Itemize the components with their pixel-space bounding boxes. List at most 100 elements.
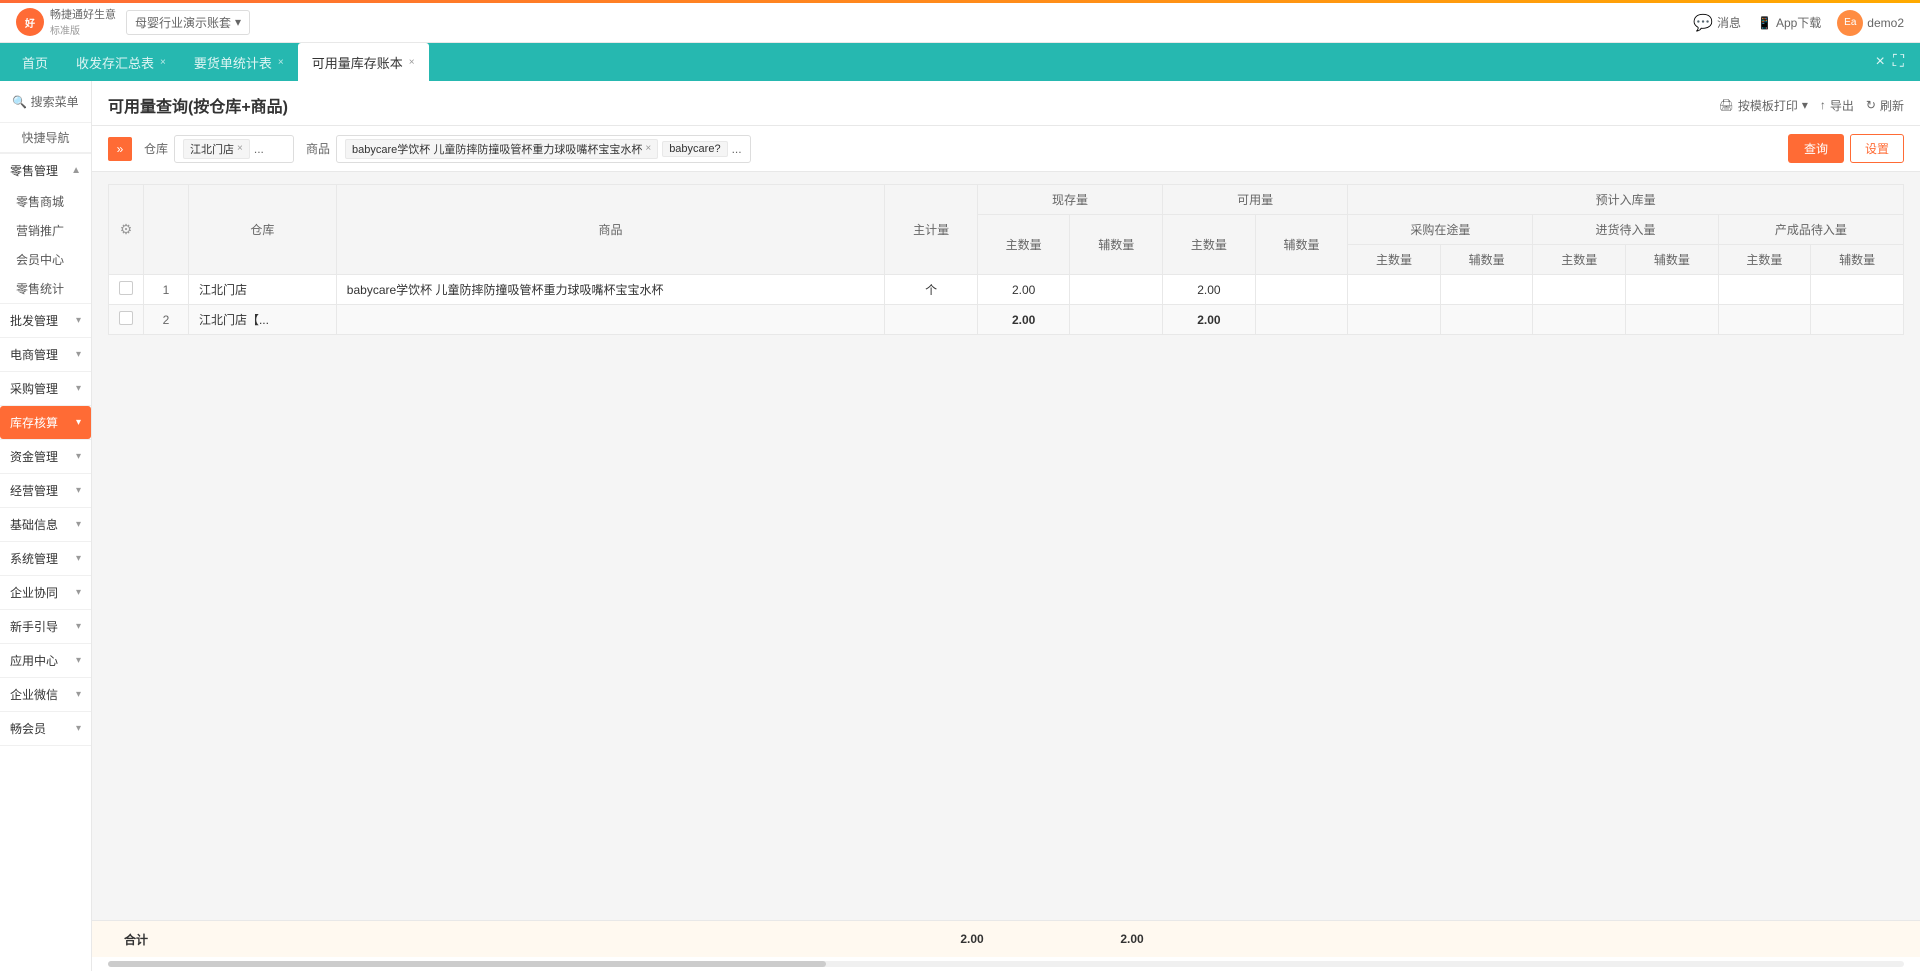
sidebar-group-enterprise-label: 企业协同 — [10, 584, 58, 601]
th-available-main: 主数量 — [1163, 215, 1256, 275]
th-current-main: 主数量 — [977, 215, 1070, 275]
tab-order-stats[interactable]: 要货单统计表 × — [180, 43, 298, 81]
tab-income-expense[interactable]: 收发存汇总表 × — [62, 43, 180, 81]
query-button[interactable]: 查询 — [1788, 134, 1844, 163]
sidebar-group-wechat-header[interactable]: 企业微信 ▾ — [0, 678, 91, 711]
warehouse-ellipsis[interactable]: ... — [254, 142, 264, 156]
sidebar-group-wechat: 企业微信 ▾ — [0, 678, 91, 712]
scroll-track[interactable] — [108, 961, 1904, 967]
tab-home[interactable]: 首页 — [8, 43, 62, 81]
table-row: 1 江北门店 babycare学饮杯 儿童防摔防撞吸管杯重力球吸嘴杯宝宝水杯 个… — [109, 275, 1904, 305]
close-icon[interactable]: × — [409, 57, 415, 68]
sidebar-group-purchase-header[interactable]: 采购管理 ▾ — [0, 372, 91, 405]
sidebar-group-retail-header[interactable]: 零售管理 ▲ — [0, 154, 91, 187]
tab-available-stock[interactable]: 可用量库存账本 × — [298, 43, 429, 81]
th-product: 商品 — [336, 185, 885, 275]
refresh-btn[interactable]: ↻ 刷新 — [1866, 97, 1904, 114]
th-production-main: 主数量 — [1718, 245, 1811, 275]
sidebar-group-basic-label: 基础信息 — [10, 516, 58, 533]
search-menu-btn[interactable]: 🔍 搜索菜单 — [8, 89, 83, 114]
sidebar-group-appcenter-header[interactable]: 应用中心 ▾ — [0, 644, 91, 677]
product-tag-1-remove[interactable]: × — [645, 143, 651, 154]
export-btn[interactable]: ↑ 导出 — [1820, 97, 1854, 114]
settings-button[interactable]: 设置 — [1850, 134, 1904, 163]
sidebar-item-marketing[interactable]: 营销推广 — [0, 216, 91, 245]
close-all-tabs-icon[interactable]: × — [1875, 53, 1884, 71]
chevron-down-icon: ▾ — [76, 621, 81, 632]
filter-expand-btn[interactable]: » — [108, 137, 132, 161]
product-tag-2: babycare? — [662, 141, 727, 157]
sidebar-group-enterprise-header[interactable]: 企业协同 ▾ — [0, 576, 91, 609]
chevron-down-icon: ▾ — [76, 451, 81, 462]
sidebar-group-wholesale-header[interactable]: 批发管理 ▾ — [0, 304, 91, 337]
layout: 🔍 搜索菜单 快捷导航 零售管理 ▲ 零售商城 营销推广 会员中心 — [0, 81, 1920, 971]
product-label: 商品 — [306, 140, 330, 157]
cell-index: 1 — [144, 275, 189, 305]
cell-purchase-aux — [1440, 305, 1533, 335]
app-download-btn[interactable]: 📱 App下载 — [1757, 14, 1821, 31]
cell-production-main — [1718, 305, 1811, 335]
chevron-down-icon: ▾ — [76, 519, 81, 530]
close-icon[interactable]: × — [278, 57, 284, 68]
message-btn[interactable]: 💬 消息 — [1693, 13, 1741, 33]
product-input[interactable]: babycare学饮杯 儿童防摔防撞吸管杯重力球吸嘴杯宝宝水杯 × babyca… — [336, 135, 751, 163]
th-main-unit: 主计量 — [885, 185, 978, 275]
close-icon[interactable]: × — [160, 57, 166, 68]
sidebar-group-finance-header[interactable]: 资金管理 ▾ — [0, 440, 91, 473]
row-checkbox[interactable] — [119, 311, 133, 325]
th-available: 可用量 — [1163, 185, 1348, 215]
th-current-stock: 现存量 — [977, 185, 1162, 215]
sidebar-group-purchase: 采购管理 ▾ — [0, 372, 91, 406]
cell-available-main: 2.00 — [1163, 305, 1256, 335]
summary-label: 合计 — [108, 931, 200, 948]
tab-home-label: 首页 — [22, 53, 48, 72]
sidebar-group-ecommerce-label: 电商管理 — [10, 346, 58, 363]
cell-index: 2 — [144, 305, 189, 335]
warehouse-tag-remove[interactable]: × — [237, 143, 243, 154]
sidebar-group-basic-header[interactable]: 基础信息 ▾ — [0, 508, 91, 541]
cell-checkbox[interactable] — [109, 305, 144, 335]
sidebar-group-inventory-label: 库存核算 — [10, 414, 58, 431]
sidebar-group-ecommerce: 电商管理 ▾ — [0, 338, 91, 372]
app-download-label: App下载 — [1776, 14, 1821, 31]
sidebar-group-guide-label: 新手引导 — [10, 618, 58, 635]
warehouse-label: 仓库 — [144, 140, 168, 157]
sidebar-group-inventory-header[interactable]: 库存核算 ▾ — [0, 406, 91, 439]
scroll-thumb[interactable] — [108, 961, 826, 967]
sidebar-item-retail-mall[interactable]: 零售商城 — [0, 187, 91, 216]
cell-purchase-main — [1348, 275, 1441, 305]
th-current-aux: 辅数量 — [1070, 215, 1163, 275]
product-tag-2-value: babycare? — [669, 143, 720, 155]
sidebar-group-operation-header[interactable]: 经营管理 ▾ — [0, 474, 91, 507]
cell-available-main: 2.00 — [1163, 275, 1256, 305]
fullscreen-icon[interactable]: ⛶ — [1893, 53, 1904, 71]
row-checkbox[interactable] — [119, 281, 133, 295]
sidebar-group-system-header[interactable]: 系统管理 ▾ — [0, 542, 91, 575]
th-index — [144, 185, 189, 275]
product-filter: 商品 babycare学饮杯 儿童防摔防撞吸管杯重力球吸嘴杯宝宝水杯 × bab… — [306, 135, 751, 163]
cell-warehouse: 江北门店 — [188, 275, 336, 305]
sidebar-item-member-center[interactable]: 会员中心 — [0, 245, 91, 274]
sidebar-group-guide-header[interactable]: 新手引导 ▾ — [0, 610, 91, 643]
user-profile[interactable]: Ea demo2 — [1837, 10, 1904, 36]
product-ellipsis[interactable]: ... — [732, 142, 742, 156]
brand-text: 畅捷通好生意 标准版 — [50, 8, 116, 37]
sidebar-group-ecommerce-header[interactable]: 电商管理 ▾ — [0, 338, 91, 371]
table-area: ⚙ 仓库 商品 主计量 现存量 可用量 预计入库量 主数量 辅数量 主数量 — [92, 172, 1920, 920]
cell-checkbox[interactable] — [109, 275, 144, 305]
sidebar-item-retail-stats[interactable]: 零售统计 — [0, 274, 91, 303]
print-btn[interactable]: 🖨 按模板打印 ▾ — [1719, 97, 1808, 114]
chevron-down-icon: ▾ — [76, 349, 81, 360]
industry-selector[interactable]: 母婴行业演示账套 ▾ — [126, 10, 250, 35]
tab-available-stock-label: 可用量库存账本 — [312, 53, 403, 72]
sidebar-search-area: 🔍 搜索菜单 — [0, 81, 91, 123]
data-table: ⚙ 仓库 商品 主计量 现存量 可用量 预计入库量 主数量 辅数量 主数量 — [108, 184, 1904, 335]
sidebar-group-member-header[interactable]: 畅会员 ▾ — [0, 712, 91, 745]
gear-icon[interactable]: ⚙ — [120, 221, 133, 237]
scrollbar-area — [92, 957, 1920, 971]
sidebar-group-finance-label: 资金管理 — [10, 448, 58, 465]
table-footer: 合计 2.00 2.00 — [92, 920, 1920, 957]
quick-nav-btn[interactable]: 快捷导航 — [0, 123, 91, 153]
cell-production-aux — [1811, 305, 1904, 335]
warehouse-input[interactable]: 江北门店 × ... — [174, 135, 294, 163]
